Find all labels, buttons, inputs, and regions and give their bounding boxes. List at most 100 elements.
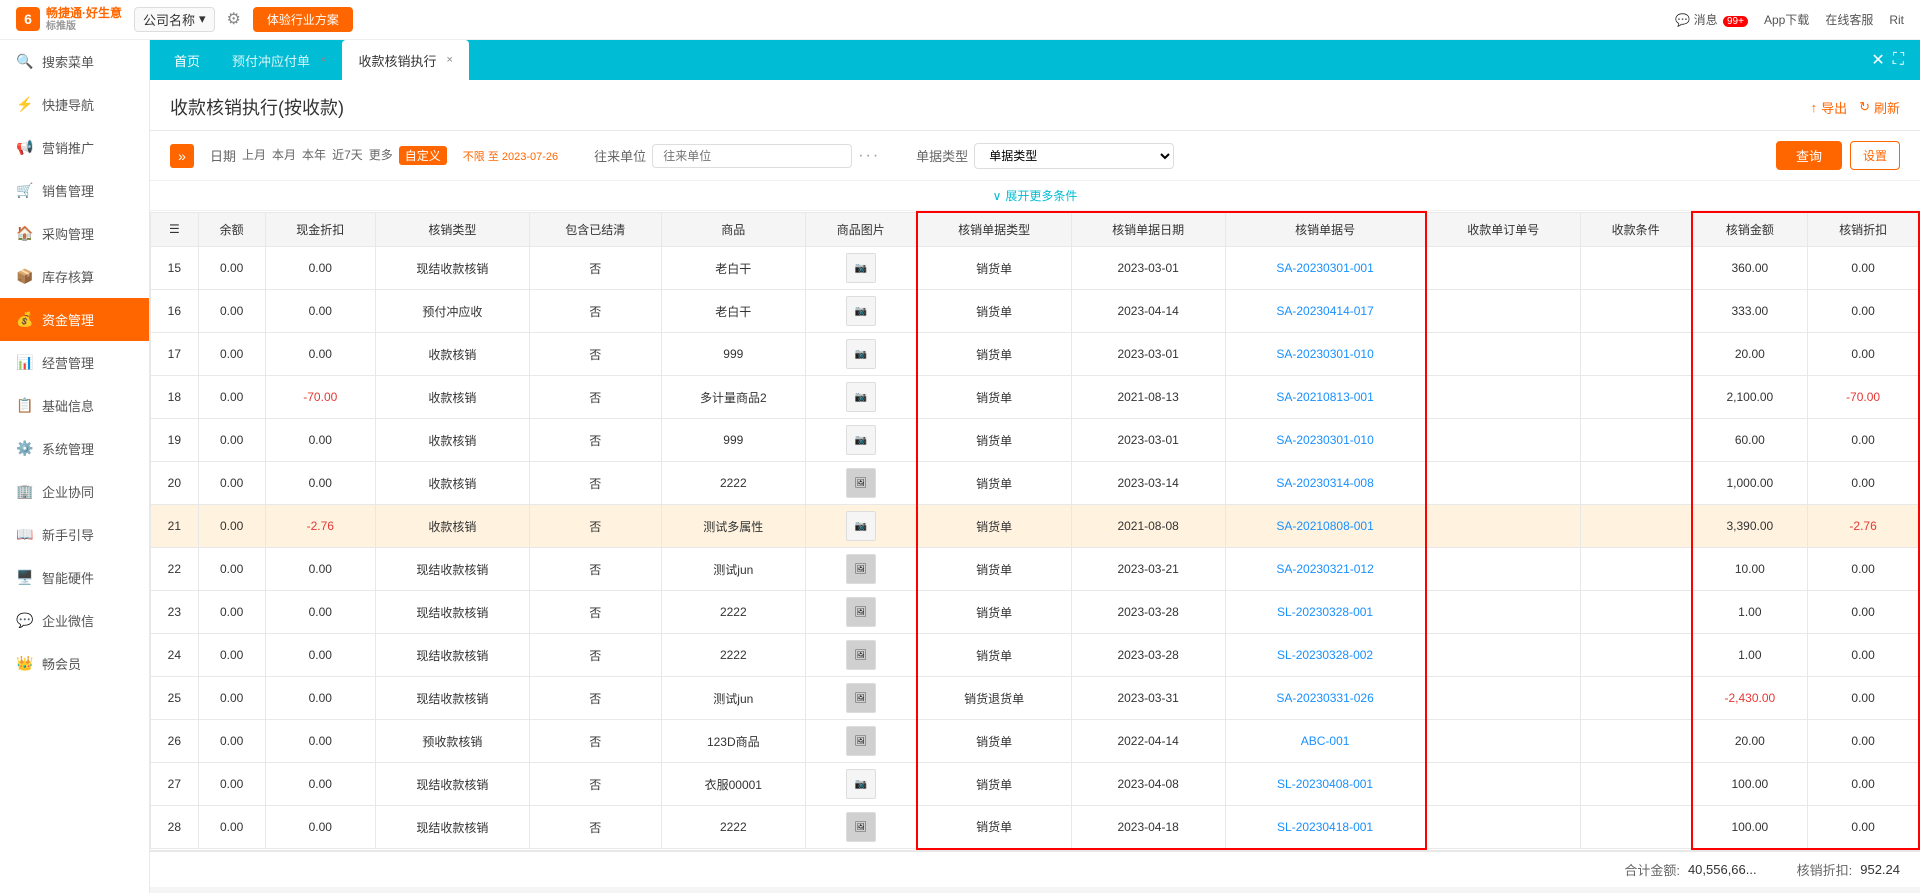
cell-6: 📷: [805, 376, 916, 419]
online-service[interactable]: 在线客服: [1825, 11, 1873, 28]
cell-9[interactable]: SA-20230301-001: [1225, 247, 1426, 290]
cell-9[interactable]: SA-20210813-001: [1225, 376, 1426, 419]
app-download[interactable]: App下载: [1764, 11, 1809, 28]
cell-9[interactable]: SL-20230418-001: [1225, 806, 1426, 849]
sidebar-item-hardware[interactable]: 🖥️智能硬件: [0, 556, 149, 599]
tab-prepay-close[interactable]: ×: [320, 54, 326, 66]
bill-no-link[interactable]: SA-20230321-012: [1276, 562, 1373, 576]
bill-no-link[interactable]: SA-20230301-001: [1276, 261, 1373, 275]
cell-9[interactable]: SA-20210808-001: [1225, 505, 1426, 548]
sidebar-item-guide[interactable]: 📖新手引导: [0, 513, 149, 556]
cell-13: 0.00: [1808, 419, 1919, 462]
cell-12: 333.00: [1692, 290, 1808, 333]
cell-9[interactable]: SA-20230301-010: [1225, 419, 1426, 462]
sidebar-item-finance[interactable]: 💰资金管理: [0, 298, 149, 341]
sidebar-item-quick-nav[interactable]: ⚡快捷导航: [0, 83, 149, 126]
date-this-year[interactable]: 本年: [302, 146, 326, 165]
sidebar-label-finance: 资金管理: [42, 310, 94, 329]
table-area: ☰余额现金折扣核销类型包含已结清商品商品图片核销单据类型核销单据日期核销单据号收…: [150, 211, 1920, 893]
sidebar-label-marketing: 营销推广: [42, 138, 94, 157]
bill-no-link[interactable]: SA-20230314-008: [1276, 476, 1373, 490]
cell-13: 0.00: [1808, 720, 1919, 763]
bill-no-link[interactable]: SA-20230301-010: [1276, 433, 1373, 447]
cell-7: 销货单: [917, 505, 1072, 548]
filter-expand-btn[interactable]: »: [170, 144, 194, 168]
date-this-month[interactable]: 本月: [272, 146, 296, 165]
cell-6: 📷: [805, 333, 916, 376]
bill-no-link[interactable]: SA-20230301-010: [1276, 347, 1373, 361]
cell-9[interactable]: SA-20230301-010: [1225, 333, 1426, 376]
cell-13: 0.00: [1808, 462, 1919, 505]
cell-4: 否: [529, 462, 661, 505]
to-unit-label: 往来单位: [594, 146, 646, 165]
date-last-month[interactable]: 上月: [242, 146, 266, 165]
message-area[interactable]: 💬 消息 99+: [1675, 11, 1748, 28]
sidebar-item-enterprise[interactable]: 🏢企业协同: [0, 470, 149, 513]
fullscreen-icon[interactable]: ⛶: [1893, 51, 1904, 69]
cell-7: 销货单: [917, 247, 1072, 290]
sidebar-item-search-menu[interactable]: 🔍搜索菜单: [0, 40, 149, 83]
sidebar-item-sales[interactable]: 🛒销售管理: [0, 169, 149, 212]
cell-9[interactable]: ABC-001: [1225, 720, 1426, 763]
bill-type-select[interactable]: 单据类型: [974, 143, 1174, 169]
col-header-0[interactable]: ☰: [151, 212, 199, 247]
expand-more-btn[interactable]: ∨ 展开更多条件: [993, 187, 1078, 204]
sidebar-item-purchase[interactable]: 🏠采购管理: [0, 212, 149, 255]
sidebar-item-wechat[interactable]: 💬企业微信: [0, 599, 149, 642]
cell-9[interactable]: SA-20230331-026: [1225, 677, 1426, 720]
bill-no-link[interactable]: SL-20230328-002: [1277, 648, 1373, 662]
bill-no-link[interactable]: SL-20230418-001: [1277, 820, 1373, 834]
to-unit-dots[interactable]: ···: [858, 147, 880, 165]
cell-1: 0.00: [198, 591, 265, 634]
industry-btn[interactable]: 体验行业方案: [253, 7, 353, 32]
tab-prepay[interactable]: 预付冲应付单 ×: [216, 40, 342, 80]
sidebar-item-marketing[interactable]: 📢营销推广: [0, 126, 149, 169]
product-image: 📷: [846, 425, 876, 455]
cell-9[interactable]: SL-20230408-001: [1225, 763, 1426, 806]
tab-writeoff[interactable]: 收款核销执行 ×: [342, 40, 468, 80]
bill-no-link[interactable]: SA-20230331-026: [1276, 691, 1373, 705]
cell-10: [1426, 462, 1581, 505]
cell-9[interactable]: SL-20230328-001: [1225, 591, 1426, 634]
sidebar-item-member[interactable]: 👑畅会员: [0, 642, 149, 685]
cell-9[interactable]: SA-20230321-012: [1225, 548, 1426, 591]
search-btn[interactable]: 查询: [1776, 141, 1842, 170]
cell-4: 否: [529, 290, 661, 333]
cell-1: 0.00: [198, 290, 265, 333]
message-label: 消息: [1694, 13, 1718, 27]
logo-icon: 6: [16, 7, 40, 31]
cell-9[interactable]: SL-20230328-002: [1225, 634, 1426, 677]
product-image: 🖼: [846, 597, 876, 627]
sidebar-item-system[interactable]: ⚙️系统管理: [0, 427, 149, 470]
bill-no-link[interactable]: SL-20230408-001: [1277, 777, 1373, 791]
cell-10: [1426, 505, 1581, 548]
bill-no-link[interactable]: SL-20230328-001: [1277, 605, 1373, 619]
cell-5: 测试多属性: [661, 505, 805, 548]
user-name[interactable]: Rit: [1889, 13, 1904, 27]
cell-7: 销货单: [917, 419, 1072, 462]
tab-writeoff-close[interactable]: ×: [446, 54, 452, 66]
company-selector[interactable]: 公司名称 ▾: [134, 7, 215, 32]
export-btn[interactable]: ↑ 导出: [1811, 98, 1848, 117]
sidebar-item-inventory[interactable]: 📦库存核算: [0, 255, 149, 298]
bill-no-link[interactable]: SA-20230414-017: [1276, 304, 1373, 318]
date-7days[interactable]: 近7天: [332, 146, 363, 165]
date-custom[interactable]: 自定义: [399, 146, 447, 165]
col-header-5: 商品: [661, 212, 805, 247]
to-unit-input[interactable]: [652, 144, 852, 168]
nav-tab-right[interactable]: ✕ ⛶: [1871, 50, 1912, 70]
cell-9[interactable]: SA-20230314-008: [1225, 462, 1426, 505]
date-more[interactable]: 更多: [369, 146, 393, 165]
bill-no-link[interactable]: SA-20210808-001: [1276, 519, 1373, 533]
bill-no-link[interactable]: SA-20210813-001: [1276, 390, 1373, 404]
sidebar-item-business[interactable]: 📊经营管理: [0, 341, 149, 384]
cell-9[interactable]: SA-20230414-017: [1225, 290, 1426, 333]
bill-no-link[interactable]: ABC-001: [1301, 734, 1350, 748]
tab-home[interactable]: 首页: [158, 40, 216, 80]
sidebar-item-basic[interactable]: 📋基础信息: [0, 384, 149, 427]
gear-icon[interactable]: ⚙: [227, 9, 241, 29]
setting-btn[interactable]: 设置: [1850, 141, 1900, 170]
cell-4: 否: [529, 763, 661, 806]
close-window-icon[interactable]: ✕: [1871, 50, 1884, 70]
refresh-btn[interactable]: ↻ 刷新: [1859, 98, 1900, 117]
